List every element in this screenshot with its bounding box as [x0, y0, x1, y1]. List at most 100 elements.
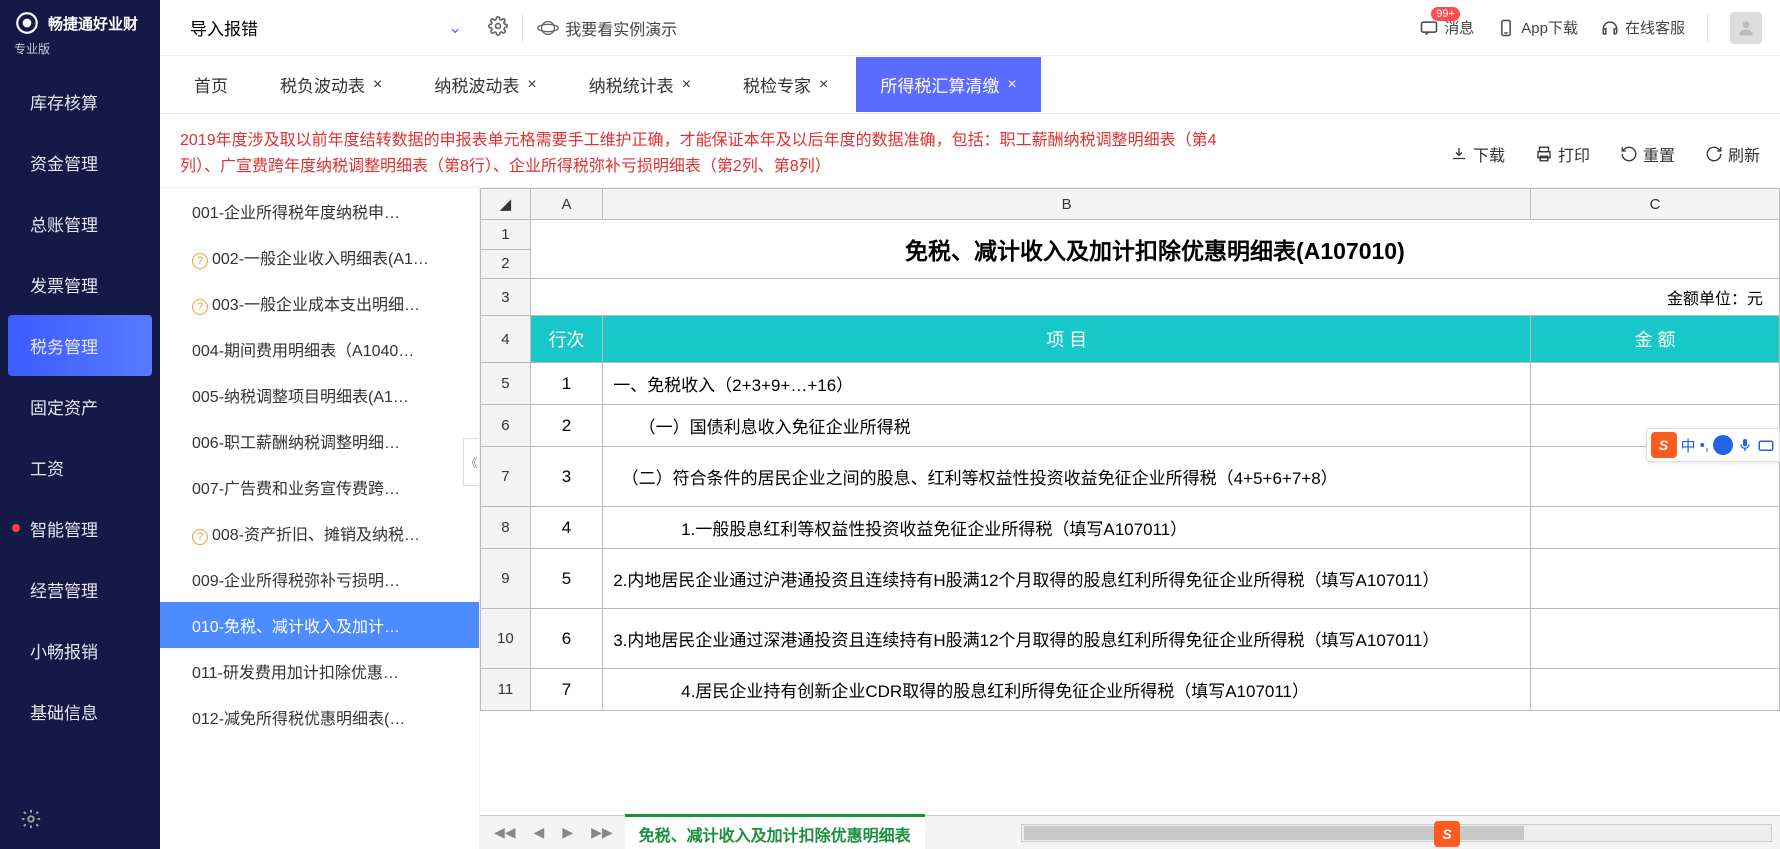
cell-seq[interactable]: 5 — [530, 549, 602, 609]
planet-icon — [537, 17, 559, 39]
collapse-handle[interactable]: 《 — [463, 438, 479, 486]
cell-seq[interactable]: 4 — [530, 507, 602, 549]
cell-item[interactable]: 3.内地居民企业通过深港通投资且连续持有H股满12个月取得的股息红利所得免征企业… — [603, 609, 1531, 669]
download-icon — [1450, 145, 1468, 163]
cell-item[interactable]: （二）符合条件的居民企业之间的股息、红利等权益性投资收益免征企业所得税（4+5+… — [603, 447, 1531, 507]
row-header[interactable]: 8 — [481, 507, 531, 549]
tree-item[interactable]: 004-期间费用明细表（A1040… — [160, 326, 479, 372]
sheet-nav-first[interactable]: ◀◀ — [488, 824, 522, 841]
sheet-nav-prev[interactable]: ◀ — [528, 824, 551, 841]
tree-item[interactable]: 012-减免所得税优惠明细表(… — [160, 694, 479, 740]
cell-amount[interactable] — [1531, 609, 1780, 669]
tab[interactable]: 纳税波动表× — [410, 57, 560, 112]
tab[interactable]: 所得税汇算清缴× — [856, 57, 1040, 112]
cell-amount[interactable] — [1531, 549, 1780, 609]
sidebar-item[interactable]: 工资 — [0, 437, 160, 498]
topbar-settings-button[interactable] — [488, 16, 508, 39]
sidebar-item[interactable]: 库存核算 — [0, 71, 160, 132]
sidebar-item[interactable]: 税务管理 — [8, 315, 152, 376]
tree-item[interactable]: 006-职工薪酬纳税调整明细… — [160, 418, 479, 464]
row-header[interactable]: 6 — [481, 405, 531, 447]
tab[interactable]: 税负波动表× — [256, 57, 406, 112]
close-icon[interactable]: × — [1007, 76, 1016, 94]
download-button[interactable]: 下载 — [1450, 142, 1505, 166]
refresh-button[interactable]: 刷新 — [1705, 142, 1760, 166]
ime-toolbar[interactable]: S 中 •, — [1646, 428, 1780, 462]
close-icon[interactable]: × — [819, 76, 828, 94]
row-header[interactable]: 5 — [481, 363, 531, 405]
close-icon[interactable]: × — [527, 76, 536, 94]
tab[interactable]: 首页 — [170, 57, 252, 112]
cell-amount[interactable] — [1531, 507, 1780, 549]
sheet-nav-next[interactable]: ▶ — [556, 824, 579, 841]
close-icon[interactable]: × — [373, 76, 382, 94]
row-header[interactable]: 7 — [481, 447, 531, 507]
close-icon[interactable]: × — [682, 76, 691, 94]
row-header[interactable]: 4 — [481, 316, 531, 363]
cell-seq[interactable]: 3 — [530, 447, 602, 507]
tree-item[interactable]: 011-研发费用加计扣除优惠… — [160, 648, 479, 694]
tree-item[interactable]: 005-纳税调整项目明细表(A1… — [160, 372, 479, 418]
import-dropdown[interactable]: 导入报错 ⌄ — [178, 9, 474, 46]
tree-item[interactable]: 009-企业所得税弥补亏损明… — [160, 556, 479, 602]
col-header-C[interactable]: C — [1531, 189, 1780, 220]
col-header-A[interactable]: A — [530, 189, 602, 220]
sidebar-item[interactable]: 经营管理 — [0, 559, 160, 620]
sidebar-item[interactable]: 小畅报销 — [0, 620, 160, 681]
sidebar-item[interactable]: 发票管理 — [0, 254, 160, 315]
settings-button[interactable] — [0, 792, 160, 849]
sidebar-item[interactable]: 资金管理 — [0, 132, 160, 193]
col-header-B[interactable]: B — [603, 189, 1531, 220]
cell-item[interactable]: 1.一般股息红利等权益性投资收益免征企业所得税（填写A107011） — [603, 507, 1531, 549]
grid-table[interactable]: ◢ A B C 1 免税、减计收入及加计扣除优惠明细表(A107010) 2 3 — [480, 188, 1780, 711]
row-header[interactable]: 10 — [481, 609, 531, 669]
sheet-tab[interactable]: 免税、减计收入及加计扣除优惠明细表 — [625, 814, 925, 849]
cell-seq[interactable]: 6 — [530, 609, 602, 669]
edition-label: 专业版 — [0, 40, 160, 71]
sidebar-item-label: 工资 — [30, 460, 64, 479]
tree-item[interactable]: ?008-资产折旧、摊销及纳税… — [160, 510, 479, 556]
sidebar-item[interactable]: 基础信息 — [0, 681, 160, 742]
row-header[interactable]: 2 — [481, 249, 531, 279]
tree-item[interactable]: ?002-一般企业收入明细表(A1… — [160, 234, 479, 280]
horizontal-scrollbar[interactable] — [1021, 824, 1772, 842]
cell-item[interactable]: （一）国债利息收入免征企业所得税 — [603, 405, 1531, 447]
row-header[interactable]: 11 — [481, 669, 531, 711]
cell-seq[interactable]: 1 — [530, 363, 602, 405]
tree-item[interactable]: 001-企业所得税年度纳税申… — [160, 188, 479, 234]
tree-item[interactable]: ?003-一般企业成本支出明细… — [160, 280, 479, 326]
demo-link[interactable]: 我要看实例演示 — [537, 16, 677, 40]
row-header[interactable]: 3 — [481, 279, 531, 316]
cell-item[interactable]: 一、免税收入（2+3+9+…+16） — [603, 363, 1531, 405]
table-row: 51一、免税收入（2+3+9+…+16） — [481, 363, 1780, 405]
help-icon: ? — [192, 529, 208, 545]
print-button[interactable]: 打印 — [1535, 142, 1590, 166]
sheet-tab-bar: ◀◀ ◀ ▶ ▶▶ 免税、减计收入及加计扣除优惠明细表 — [480, 815, 1780, 849]
tab[interactable]: 纳税统计表× — [565, 57, 715, 112]
cell-item[interactable]: 4.居民企业持有创新企业CDR取得的股息红利所得免征企业所得税（填写A10701… — [603, 669, 1531, 711]
tree-item[interactable]: 007-广告费和业务宣传费跨… — [160, 464, 479, 510]
cell-amount[interactable] — [1531, 669, 1780, 711]
reset-label: 重置 — [1643, 142, 1675, 166]
help-icon: ? — [192, 253, 208, 269]
app-download-button[interactable]: App下载 — [1496, 17, 1578, 38]
row-header[interactable]: 9 — [481, 549, 531, 609]
row-header[interactable]: 1 — [481, 220, 531, 250]
cell-item[interactable]: 2.内地居民企业通过沪港通投资且连续持有H股满12个月取得的股息红利所得免征企业… — [603, 549, 1531, 609]
messages-button[interactable]: 99+ 消息 — [1419, 17, 1474, 38]
tree-item-label: 005-纳税调整项目明细表(A1… — [192, 389, 409, 406]
sheet-nav-last[interactable]: ▶▶ — [585, 824, 619, 841]
tab[interactable]: 税检专家× — [719, 57, 852, 112]
ime-float[interactable]: S — [1434, 821, 1460, 847]
sidebar-item[interactable]: 固定资产 — [0, 376, 160, 437]
reset-button[interactable]: 重置 — [1620, 142, 1675, 166]
sidebar-item[interactable]: 总账管理 — [0, 193, 160, 254]
cell-amount[interactable] — [1531, 363, 1780, 405]
cell-seq[interactable]: 7 — [530, 669, 602, 711]
sidebar-item[interactable]: 智能管理 — [0, 498, 160, 559]
select-all-corner[interactable]: ◢ — [481, 189, 531, 220]
support-button[interactable]: 在线客服 — [1600, 17, 1685, 38]
tree-item[interactable]: 010-免税、减计收入及加计… — [160, 602, 479, 648]
avatar[interactable] — [1730, 12, 1762, 44]
cell-seq[interactable]: 2 — [530, 405, 602, 447]
